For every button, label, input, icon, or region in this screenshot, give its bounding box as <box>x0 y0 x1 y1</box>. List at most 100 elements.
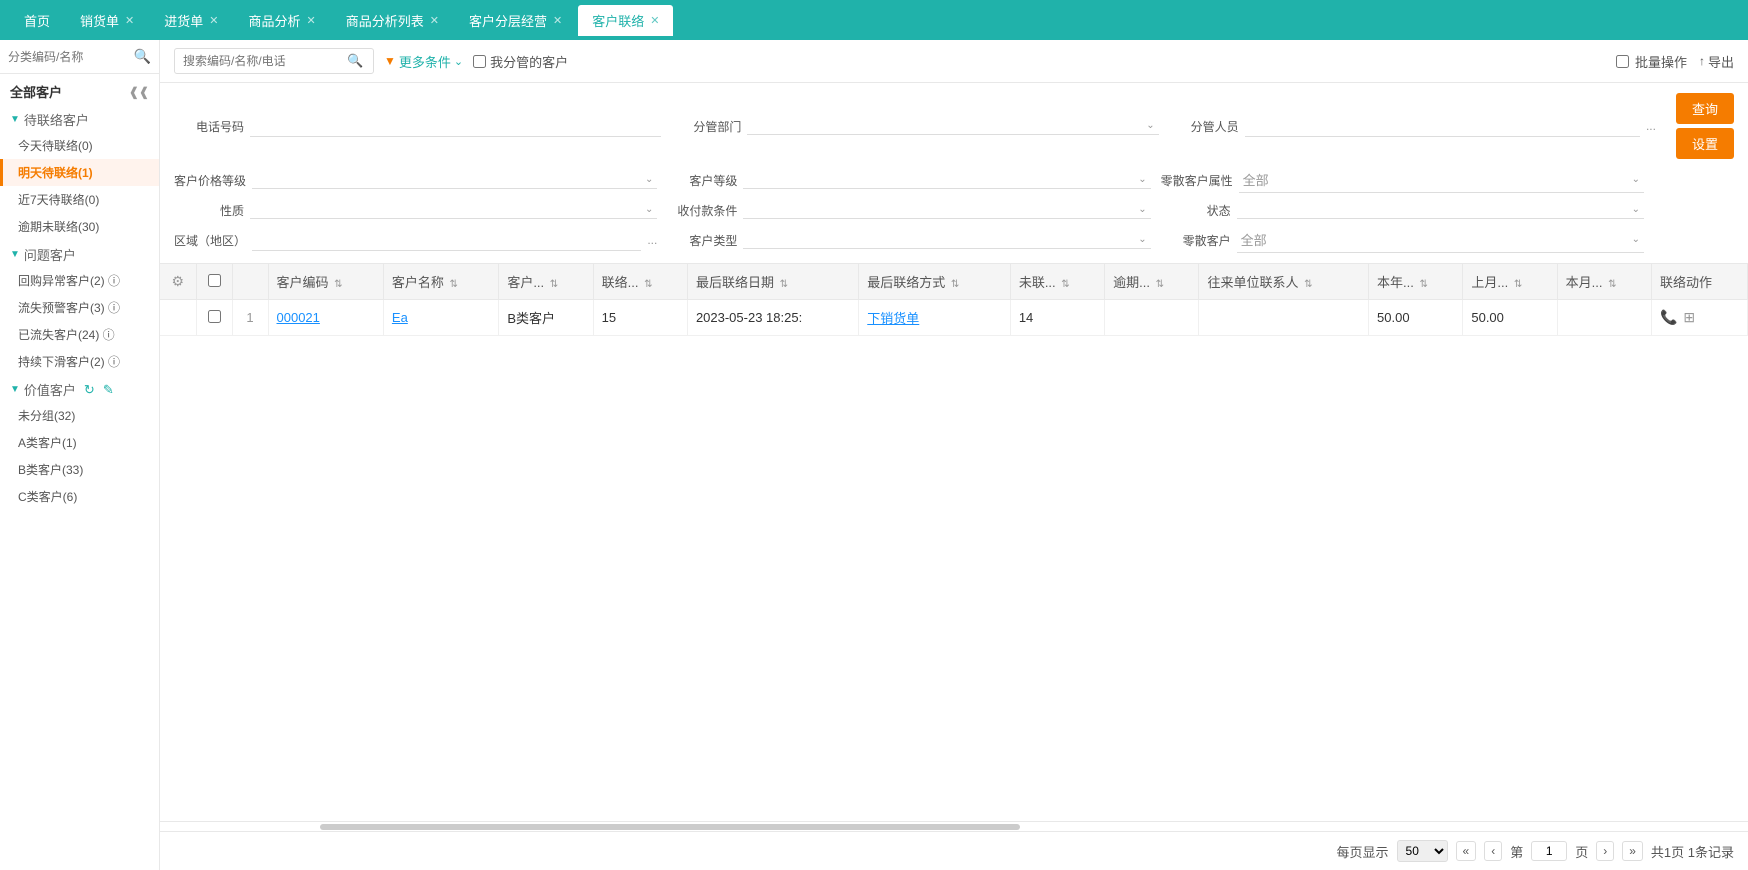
col-customer-type[interactable]: 客户... ⇅ <box>499 264 593 300</box>
sort-icon-type[interactable]: ⇅ <box>550 279 558 290</box>
nav-purchase-order-close[interactable]: ✕ <box>209 14 218 27</box>
dept-select[interactable]: ⌄ <box>747 117 1158 135</box>
filter-more-conditions-btn[interactable]: ▼ 更多条件 ⌄ <box>384 52 463 71</box>
next-page-btn[interactable]: › <box>1596 841 1614 861</box>
settings-button[interactable]: 设置 <box>1676 128 1734 159</box>
retail-attr-select[interactable]: 全部 ⌄ <box>1239 167 1644 193</box>
customer-code-link[interactable]: 000021 <box>277 310 320 325</box>
sort-icon-uncontacted[interactable]: ⇅ <box>1061 279 1069 290</box>
prev-page-btn[interactable]: ‹ <box>1484 841 1502 861</box>
sort-icon-month[interactable]: ⇅ <box>1608 279 1616 290</box>
sidebar-item-abnormal-repurchase[interactable]: 回购异常客户(2) ⓘ <box>0 267 159 294</box>
sort-icon-date[interactable]: ⇅ <box>780 279 788 290</box>
sort-icon-code[interactable]: ⇅ <box>334 279 342 290</box>
sidebar-item-lost-customers[interactable]: 已流失客户(24) ⓘ <box>0 321 159 348</box>
select-all-checkbox[interactable] <box>208 274 221 287</box>
edit-icon[interactable]: ✎ <box>103 382 114 398</box>
sidebar-item-7day-contact[interactable]: 近7天待联络(0) <box>0 186 159 213</box>
sidebar-item-overdue-contact[interactable]: 逾期未联络(30) <box>0 213 159 240</box>
sidebar-search-input[interactable] <box>8 50 130 64</box>
nav-customer-contact-close[interactable]: ✕ <box>650 14 659 27</box>
col-last-contact-date[interactable]: 最后联络日期 ⇅ <box>687 264 858 300</box>
nav-purchase-order[interactable]: 进货单 ✕ <box>150 5 232 36</box>
sidebar-item-class-a[interactable]: A类客户(1) <box>0 429 159 456</box>
payment-select[interactable]: ⌄ <box>743 201 1150 219</box>
sort-icon-overdue[interactable]: ⇅ <box>1156 279 1164 290</box>
phone-input[interactable] <box>250 116 661 137</box>
sort-icon-lmonth[interactable]: ⇅ <box>1514 279 1522 290</box>
my-customers-checkbox-wrap[interactable]: 我分管的客户 <box>473 52 568 71</box>
sidebar-item-declining[interactable]: 持续下滑客户(2) ⓘ <box>0 348 159 375</box>
nav-customer-segment[interactable]: 客户分层经营 ✕ <box>455 5 576 36</box>
status-select[interactable]: ⌄ <box>1237 201 1644 219</box>
sidebar-search-icon[interactable]: 🔍 <box>134 48 151 65</box>
scrollbar-thumb[interactable] <box>320 824 1020 830</box>
col-contact-person[interactable]: 往来单位联系人 ⇅ <box>1199 264 1369 300</box>
sidebar-all-customers[interactable]: 全部客户 ❰❰ <box>0 74 159 105</box>
nav-customer-contact[interactable]: 客户联络 ✕ <box>578 5 673 36</box>
manager-input[interactable] <box>1245 116 1640 137</box>
sidebar-item-churn-warning[interactable]: 流失预警客户(3) ⓘ <box>0 294 159 321</box>
last-page-btn[interactable]: » <box>1622 841 1643 861</box>
sort-icon-count[interactable]: ⇅ <box>644 279 652 290</box>
col-customer-code[interactable]: 客户编码 ⇅ <box>268 264 383 300</box>
manager-dots[interactable]: ... <box>1646 119 1656 133</box>
nav-sales-order-close[interactable]: ✕ <box>125 14 134 27</box>
customer-grade-select[interactable]: ⌄ <box>743 171 1150 189</box>
action-grid-icon[interactable]: ⊞ <box>1683 309 1695 326</box>
sidebar-item-class-c[interactable]: C类客户(6) <box>0 483 159 510</box>
region-dots[interactable]: ... <box>647 233 657 247</box>
col-overdue[interactable]: 逾期... ⇅ <box>1105 264 1199 300</box>
col-settings[interactable]: ⚙ <box>160 264 196 300</box>
per-page-select[interactable]: 50 10 20 100 <box>1397 840 1448 862</box>
sidebar-item-today-contact[interactable]: 今天待联络(0) <box>0 132 159 159</box>
sidebar-item-class-b[interactable]: B类客户(33) <box>0 456 159 483</box>
sidebar-collapse-icon[interactable]: ❰❰ <box>129 85 149 99</box>
customer-name-link[interactable]: Ea <box>392 310 408 325</box>
sort-icon-year[interactable]: ⇅ <box>1420 279 1428 290</box>
nav-product-analysis-list[interactable]: 商品分析列表 ✕ <box>332 5 453 36</box>
cell-customer-name[interactable]: Ea <box>383 300 498 336</box>
batch-op-button[interactable]: 批量操作 <box>1616 52 1687 71</box>
nav-product-analysis[interactable]: 商品分析 ✕ <box>234 5 329 36</box>
query-button[interactable]: 查询 <box>1676 93 1734 124</box>
filter-search-input[interactable] <box>183 54 343 68</box>
first-page-btn[interactable]: « <box>1456 841 1477 861</box>
sort-icon-name[interactable]: ⇅ <box>450 279 458 290</box>
col-uncontacted[interactable]: 未联... ⇅ <box>1010 264 1104 300</box>
sort-icon-person[interactable]: ⇅ <box>1304 279 1312 290</box>
nav-product-analysis-close[interactable]: ✕ <box>307 14 316 27</box>
refresh-icon[interactable]: ↻ <box>84 382 95 398</box>
cell-last-contact-method[interactable]: 下销货单 <box>859 300 1011 336</box>
col-checkbox-header[interactable] <box>196 264 232 300</box>
page-input[interactable] <box>1531 841 1567 861</box>
col-last-contact-method[interactable]: 最后联络方式 ⇅ <box>859 264 1011 300</box>
col-this-year[interactable]: 本年... ⇅ <box>1369 264 1463 300</box>
row-checkbox[interactable] <box>208 310 221 323</box>
contact-method-link[interactable]: 下销货单 <box>867 311 919 326</box>
col-customer-name[interactable]: 客户名称 ⇅ <box>383 264 498 300</box>
horizontal-scrollbar[interactable] <box>160 821 1748 831</box>
col-contact-count[interactable]: 联络... ⇅ <box>593 264 687 300</box>
nature-select[interactable]: ⌄ <box>250 201 657 219</box>
nav-home[interactable]: 首页 <box>10 5 64 36</box>
customer-type-select[interactable]: ⌄ <box>743 231 1150 249</box>
nav-product-analysis-list-close[interactable]: ✕ <box>430 14 439 27</box>
filter-search-icon[interactable]: 🔍 <box>347 53 363 69</box>
col-this-month[interactable]: 本月... ⇅ <box>1557 264 1651 300</box>
cell-checkbox[interactable] <box>196 300 232 336</box>
sidebar-item-tomorrow-contact[interactable]: 明天待联络(1) <box>0 159 159 186</box>
col-last-month[interactable]: 上月... ⇅ <box>1463 264 1557 300</box>
batch-op-checkbox[interactable] <box>1616 55 1629 68</box>
nav-customer-segment-close[interactable]: ✕ <box>553 14 562 27</box>
price-grade-select[interactable]: ⌄ <box>252 171 657 189</box>
sort-icon-method[interactable]: ⇅ <box>951 279 959 290</box>
cell-customer-code[interactable]: 000021 <box>268 300 383 336</box>
col-settings-gear[interactable]: ⚙ <box>171 273 184 289</box>
sidebar-item-unclassified[interactable]: 未分组(32) <box>0 402 159 429</box>
action-phone-icon[interactable]: 📞 <box>1660 309 1677 326</box>
nav-sales-order[interactable]: 销货单 ✕ <box>66 5 148 36</box>
retail-customer-select[interactable]: 全部 ⌄ <box>1237 227 1644 253</box>
export-button[interactable]: ↑ 导出 <box>1699 52 1734 71</box>
my-customers-checkbox[interactable] <box>473 55 486 68</box>
